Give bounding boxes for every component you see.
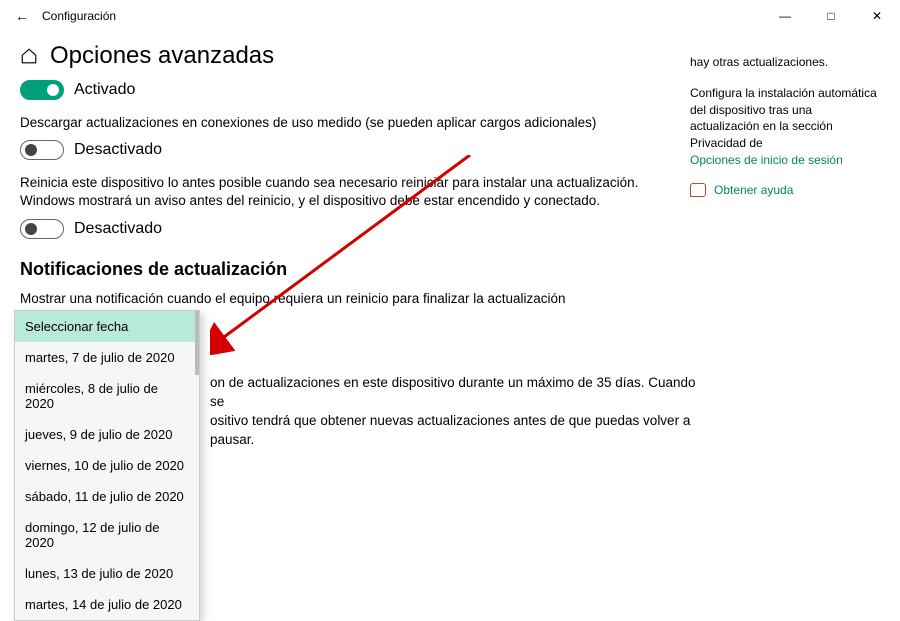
toggle-metered-label: Desactivado: [74, 141, 162, 159]
side-panel: hay otras actualizaciones. Configura la …: [690, 42, 880, 312]
window-title: Configuración: [42, 9, 116, 23]
side-text-2a: Configura la instalación automática del …: [690, 86, 877, 150]
dropdown-item[interactable]: viernes, 10 de julio de 2020: [15, 450, 199, 481]
date-dropdown[interactable]: Seleccionar fecha martes, 7 de julio de …: [14, 310, 200, 621]
toggle-restart-label: Desactivado: [74, 220, 162, 238]
maximize-button[interactable]: □: [808, 0, 854, 32]
get-help-label: Obtener ayuda: [714, 183, 793, 197]
signin-options-link[interactable]: Opciones de inicio de sesión: [690, 153, 843, 167]
toggle-activado[interactable]: [20, 80, 64, 100]
pause-updates-desc: on de actualizaciones en este dispositiv…: [210, 374, 700, 450]
dropdown-item[interactable]: sábado, 11 de julio de 2020: [15, 481, 199, 512]
get-help-link[interactable]: Obtener ayuda: [690, 183, 880, 197]
dropdown-item[interactable]: martes, 14 de julio de 2020: [15, 589, 199, 620]
metered-desc: Descargar actualizaciones en conexiones …: [20, 114, 690, 132]
close-button[interactable]: ✕: [854, 0, 900, 32]
back-icon[interactable]: ←: [10, 8, 34, 24]
main-panel: Opciones avanzadas Activado Descargar ac…: [20, 42, 690, 312]
section-notifications-heading: Notificaciones de actualización: [20, 259, 690, 280]
page-title: Opciones avanzadas: [50, 42, 274, 70]
dropdown-item[interactable]: miércoles, 8 de julio de 2020: [15, 373, 199, 419]
side-text-2: Configura la instalación automática del …: [690, 85, 880, 169]
dropdown-scrollbar[interactable]: [195, 311, 199, 375]
restart-desc: Reinicia este dispositivo lo antes posib…: [20, 174, 690, 210]
toggle-metered[interactable]: [20, 140, 64, 160]
side-text-1: hay otras actualizaciones.: [690, 54, 880, 71]
notif-desc: Mostrar una notificación cuando el equip…: [20, 290, 690, 308]
dropdown-item-select[interactable]: Seleccionar fecha: [15, 311, 199, 342]
dropdown-item[interactable]: lunes, 13 de julio de 2020: [15, 558, 199, 589]
minimize-button[interactable]: ―: [762, 0, 808, 32]
home-icon[interactable]: [20, 47, 38, 65]
toggle-activado-label: Activado: [74, 81, 135, 99]
dropdown-item[interactable]: domingo, 12 de julio de 2020: [15, 512, 199, 558]
pause-line2: ositivo tendrá que obtener nuevas actual…: [210, 413, 690, 447]
dropdown-item[interactable]: jueves, 9 de julio de 2020: [15, 419, 199, 450]
dropdown-item[interactable]: martes, 7 de julio de 2020: [15, 342, 199, 373]
toggle-restart[interactable]: [20, 219, 64, 239]
chat-icon: [690, 183, 706, 197]
window-controls: ― □ ✕: [762, 0, 900, 32]
pause-line1: on de actualizaciones en este dispositiv…: [210, 375, 696, 409]
